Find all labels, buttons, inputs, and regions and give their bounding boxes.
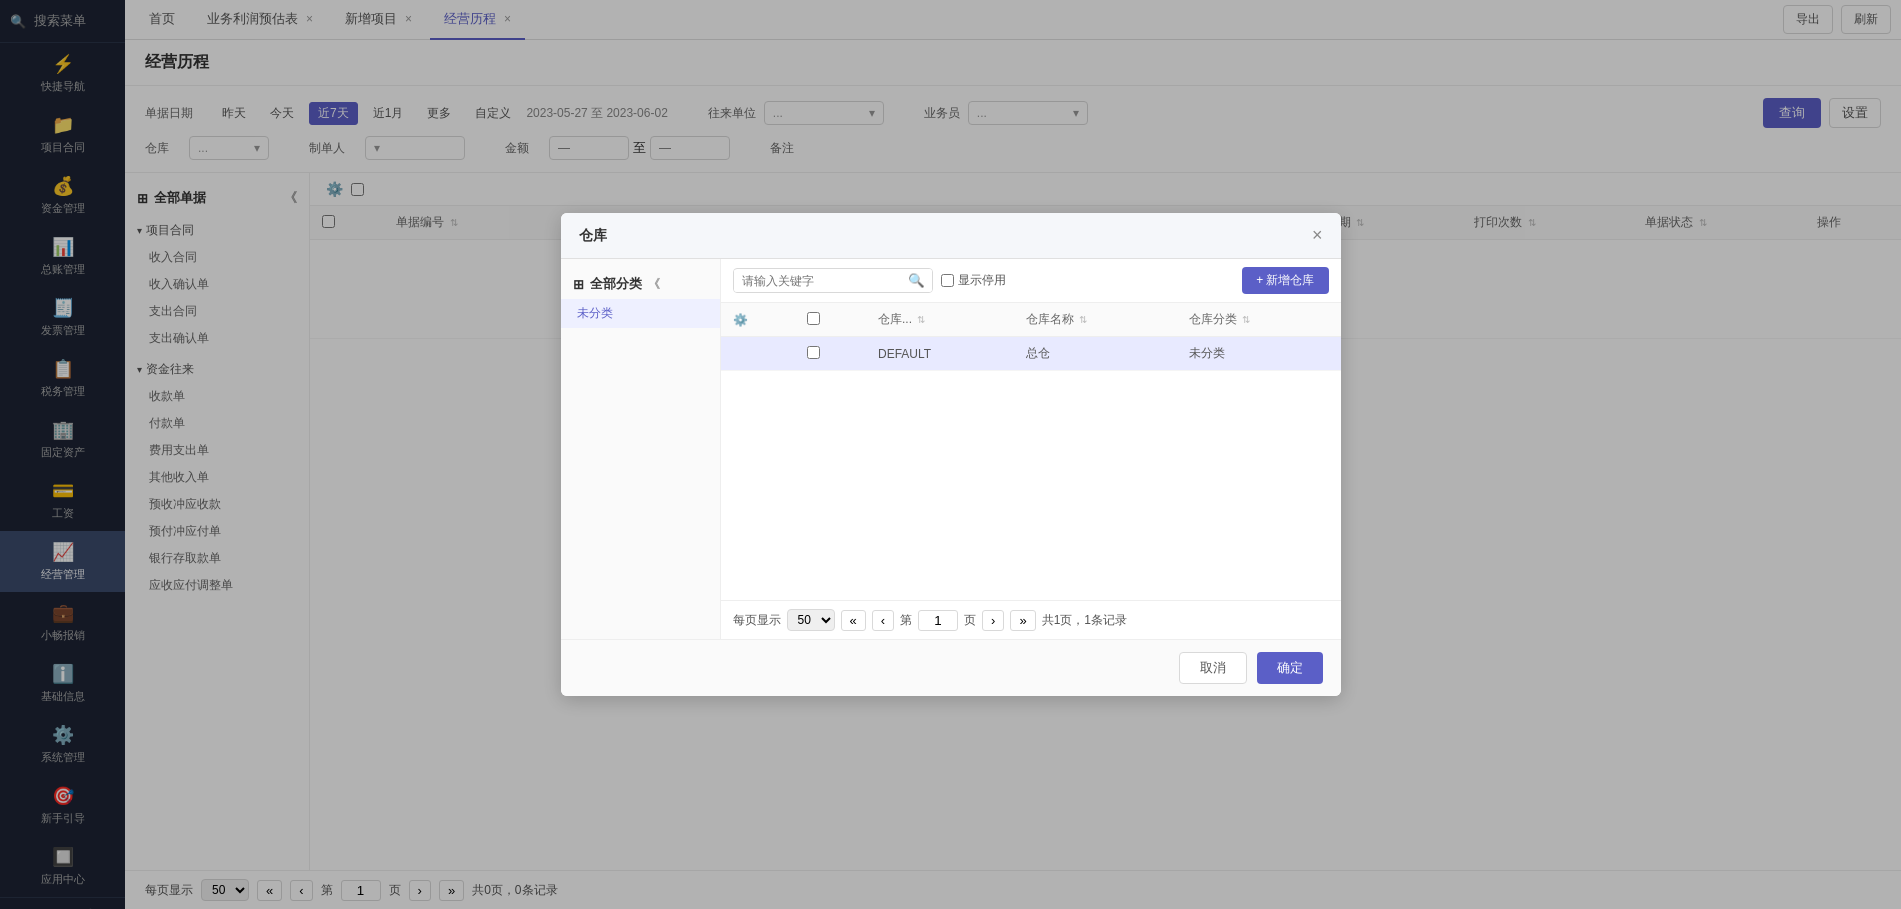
modal-table-header-row: ⚙️ 仓库... ⇅ 仓库名称 ⇅ [721,303,1341,337]
modal-header-checkbox[interactable] [807,312,820,325]
row-category: 未分类 [1177,337,1340,371]
settings-icon-modal[interactable]: ⚙️ [733,313,748,327]
modal-per-page-select[interactable]: 50 [787,609,835,631]
modal-first-page-btn[interactable]: « [841,610,866,631]
modal-col-name: 仓库名称 ⇅ [1014,303,1177,337]
row-checkbox [795,337,866,371]
row-code: DEFAULT [866,337,1014,371]
row-checkbox-input[interactable] [807,346,820,359]
modal-toolbar: 🔍 显示停用 + 新增仓库 [721,259,1341,303]
modal-body: ⊞ 全部分类 《 未分类 🔍 显示停用 [561,259,1341,639]
modal-page-input[interactable] [918,610,958,631]
modal-page-label-post: 页 [964,612,976,629]
modal-next-page-btn[interactable]: › [982,610,1004,631]
modal-table-row[interactable]: DEFAULT 总仓 未分类 [721,337,1341,371]
show-disabled-checkbox[interactable] [941,274,954,287]
modal-table: ⚙️ 仓库... ⇅ 仓库名称 ⇅ [721,303,1341,371]
modal-left-nav: ⊞ 全部分类 《 未分类 [561,259,721,639]
modal-per-page-label: 每页显示 [733,612,781,629]
modal-last-page-btn[interactable]: » [1010,610,1035,631]
modal-page-label-pre: 第 [900,612,912,629]
modal-col-settings: ⚙️ [721,303,796,337]
modal-col-category: 仓库分类 ⇅ [1177,303,1340,337]
row-settings [721,337,796,371]
modal-search-box: 🔍 [733,268,933,293]
modal-table-area: ⚙️ 仓库... ⇅ 仓库名称 ⇅ [721,303,1341,600]
modal-footer: 取消 确定 [561,639,1341,696]
modal-header: 仓库 × [561,213,1341,259]
add-warehouse-button[interactable]: + 新增仓库 [1242,267,1328,294]
grid-icon-modal: ⊞ [573,277,584,292]
modal-col-code: 仓库... ⇅ [866,303,1014,337]
warehouse-modal: 仓库 × ⊞ 全部分类 《 未分类 [561,213,1341,696]
modal-left-nav-title: 全部分类 [590,275,642,293]
modal-left-header[interactable]: ⊞ 全部分类 《 [561,269,720,299]
cancel-button[interactable]: 取消 [1179,652,1247,684]
show-disabled-label[interactable]: 显示停用 [941,272,1006,289]
modal-collapse-btn[interactable]: 《 [648,276,660,293]
modal-nav-item-uncategorized[interactable]: 未分类 [561,299,720,328]
confirm-button[interactable]: 确定 [1257,652,1323,684]
modal-search-input[interactable] [734,270,900,292]
modal-prev-page-btn[interactable]: ‹ [872,610,894,631]
modal-overlay: 仓库 × ⊞ 全部分类 《 未分类 [0,0,1901,909]
modal-right: 🔍 显示停用 + 新增仓库 ⚙️ [721,259,1341,639]
row-name: 总仓 [1014,337,1177,371]
modal-close-btn[interactable]: × [1312,225,1323,246]
modal-total-label: 共1页，1条记录 [1042,612,1127,629]
modal-search-button[interactable]: 🔍 [900,269,933,292]
modal-col-checkbox [795,303,866,337]
modal-title: 仓库 [579,227,607,245]
modal-pagination: 每页显示 50 « ‹ 第 页 › » 共1页，1条记录 [721,600,1341,639]
